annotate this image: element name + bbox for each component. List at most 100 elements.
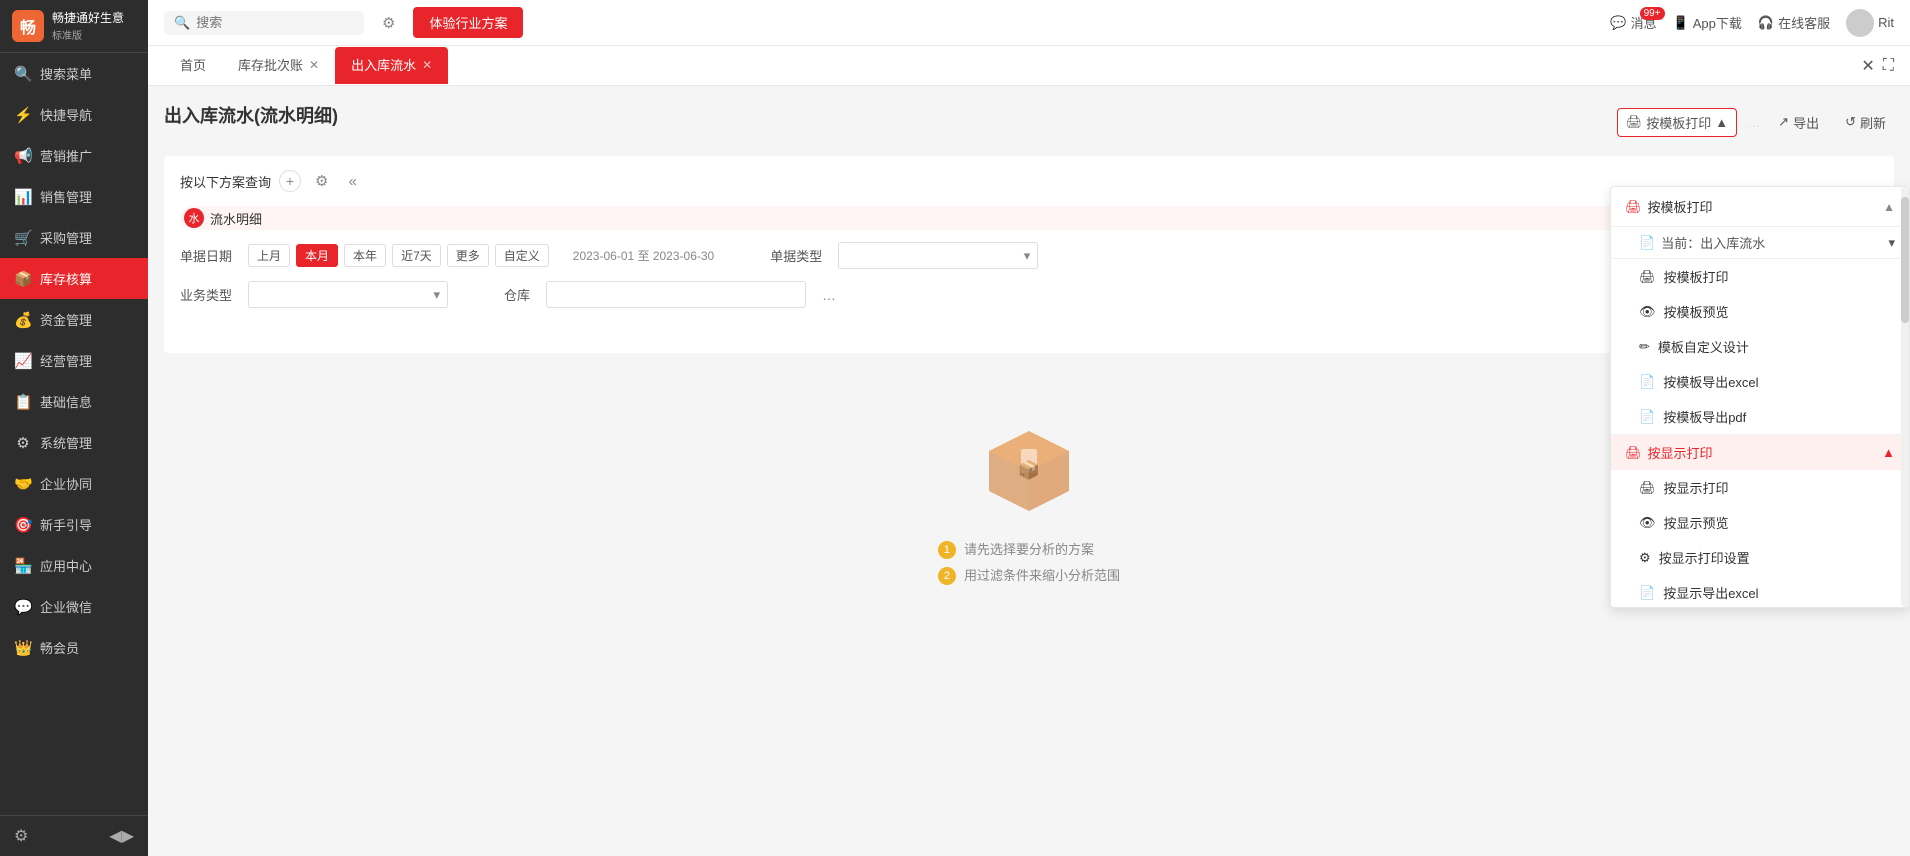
maximize-button[interactable]: ⛶ [1883, 57, 1894, 75]
sidebar-item-purchase[interactable]: 🛒 采购管理 [0, 217, 148, 258]
export-excel-template-label: 按模板导出excel [1663, 372, 1758, 391]
dropdown-template-header[interactable]: 🖨 按模板打印 ▲ [1611, 187, 1909, 227]
export-pdf-template-label: 按模板导出pdf [1663, 407, 1746, 426]
filter-collapse-left-button[interactable]: « [342, 173, 362, 190]
sidebar-item-finance[interactable]: 💰 资金管理 [0, 299, 148, 340]
export-pdf-template-icon: 📄 [1639, 409, 1655, 425]
dropdown-current-template[interactable]: 📄 当前：出入库流水 ▾ [1611, 227, 1909, 258]
sidebar-item-basic[interactable]: 📋 基础信息 [0, 381, 148, 422]
tag-label: 流水明细 [210, 209, 262, 228]
date-btn-more[interactable]: 更多 [447, 244, 489, 267]
page-content: 出入库流水(流水明细) 🖨 按模板打印 ▲ … ↗ 导出 ↺ 刷新 [148, 86, 1910, 856]
warehouse-input[interactable] [546, 281, 806, 308]
tab-inout-flow-label: 出入库流水 [351, 55, 416, 74]
tab-home[interactable]: 首页 [164, 47, 222, 84]
tab-batch-account[interactable]: 库存批次账 ✕ [222, 47, 335, 84]
tab-batch-account-close[interactable]: ✕ [309, 58, 319, 72]
app-download-label: App下载 [1693, 13, 1742, 32]
filter-add-button[interactable]: + [279, 170, 301, 192]
doc-type-select-wrapper [838, 242, 1038, 269]
sidebar-item-appcenter[interactable]: 🏪 应用中心 [0, 545, 148, 586]
sidebar-item-label: 企业微信 [40, 597, 92, 616]
sidebar: 畅 畅捷通好生意 标准版 🔍 搜索菜单 ⚡ 快捷导航 📢 营销推广 📊 销售管理… [0, 0, 148, 856]
sidebar-nav: 🔍 搜索菜单 ⚡ 快捷导航 📢 营销推广 📊 销售管理 🛒 采购管理 📦 库存核… [0, 53, 148, 815]
dropdown-print-display[interactable]: 🖨 按显示打印 [1611, 470, 1909, 505]
dropdown-scrollbar[interactable] [1901, 187, 1909, 607]
app-download-button[interactable]: 📱 App下载 [1673, 13, 1742, 32]
display-section-label: 按显示打印 [1648, 443, 1713, 462]
sidebar-item-inventory[interactable]: 📦 库存核算 [0, 258, 148, 299]
sidebar-item-wecom[interactable]: 💬 企业微信 [0, 586, 148, 627]
industry-solution-button[interactable]: 体验行业方案 [413, 7, 523, 38]
date-btn-last-month[interactable]: 上月 [248, 244, 290, 267]
finance-icon: 💰 [14, 311, 32, 329]
sidebar-item-cooperation[interactable]: 🤝 企业协同 [0, 463, 148, 504]
print-template-icon: 🖨 [1639, 269, 1656, 285]
print-settings-display-label: 按显示打印设置 [1659, 548, 1750, 567]
user-avatar-area[interactable]: Rit [1846, 9, 1894, 37]
dropdown-export-excel-template[interactable]: 📄 按模板导出excel [1611, 364, 1909, 399]
search-input[interactable] [196, 15, 336, 30]
empty-tip-1: 1 请先选择要分析的方案 [938, 537, 1120, 563]
display-printer-icon: 🖨 [1625, 445, 1642, 461]
print-display-icon: 🖨 [1639, 480, 1656, 496]
sidebar-item-guide[interactable]: 🎯 新手引导 [0, 504, 148, 545]
sidebar-bottom: ⚙ ◀▶ [0, 815, 148, 856]
online-service-label: 在线客服 [1778, 13, 1830, 32]
sidebar-item-system[interactable]: ⚙ 系统管理 [0, 422, 148, 463]
message-button[interactable]: 💬 消息 99+ [1610, 13, 1656, 32]
message-badge: 99+ [1640, 7, 1665, 20]
date-btn-7days[interactable]: 近7天 [392, 244, 441, 267]
tab-inout-flow[interactable]: 出入库流水 ✕ [335, 47, 448, 84]
online-service-button[interactable]: 🎧 在线客服 [1758, 13, 1830, 32]
sidebar-collapse-icon[interactable]: ◀▶ [109, 826, 134, 846]
template-print-button[interactable]: 🖨 按模板打印 ▲ [1617, 108, 1737, 137]
export-button[interactable]: ↗ 导出 [1770, 109, 1827, 136]
sidebar-item-marketing[interactable]: 📢 营销推广 [0, 135, 148, 176]
export-excel-template-icon: 📄 [1639, 374, 1655, 390]
dropdown-custom-template[interactable]: ✏ 模板自定义设计 [1611, 329, 1909, 364]
logo-sub: 标准版 [52, 27, 124, 42]
sales-icon: 📊 [14, 188, 32, 206]
dropdown-preview-display[interactable]: 👁 按显示预览 [1611, 505, 1909, 540]
print-settings-display-icon: ⚙ [1639, 550, 1651, 566]
settings-gear-icon[interactable]: ⚙ [14, 826, 28, 846]
close-all-tabs-button[interactable]: ✕ [1861, 56, 1874, 76]
inventory-icon: 📦 [14, 270, 32, 288]
sidebar-item-search[interactable]: 🔍 搜索菜单 [0, 53, 148, 94]
username-label: Rit [1878, 15, 1894, 30]
page-toolbar: 🖨 按模板打印 ▲ … ↗ 导出 ↺ 刷新 [1617, 108, 1894, 137]
dropdown-export-pdf-template[interactable]: 📄 按模板导出pdf [1611, 399, 1909, 434]
biztype-select[interactable] [248, 281, 448, 308]
dropdown-print-template[interactable]: 🖨 按模板打印 [1611, 259, 1909, 294]
topbar-settings-icon[interactable]: ⚙ [376, 14, 401, 32]
dropdown-print-settings-display[interactable]: ⚙ 按显示打印设置 [1611, 540, 1909, 575]
date-btn-this-month[interactable]: 本月 [296, 244, 338, 267]
sidebar-item-label: 快捷导航 [40, 105, 92, 124]
sidebar-item-label: 库存核算 [40, 269, 92, 288]
warehouse-label: 仓库 [504, 285, 530, 304]
sidebar-item-member[interactable]: 👑 畅会员 [0, 627, 148, 668]
main-area: 🔍 ⚙ 体验行业方案 💬 消息 99+ 📱 App下载 🎧 在线客服 Rit [148, 0, 1910, 856]
tab-inout-flow-close[interactable]: ✕ [422, 58, 432, 72]
date-btn-custom[interactable]: 自定义 [495, 244, 549, 267]
topbar-right: 💬 消息 99+ 📱 App下载 🎧 在线客服 Rit [1610, 9, 1894, 37]
sidebar-item-label: 基础信息 [40, 392, 92, 411]
search-box[interactable]: 🔍 [164, 11, 364, 35]
filter-settings-button[interactable]: ⚙ [309, 172, 334, 190]
sidebar-item-label: 应用中心 [40, 556, 92, 575]
custom-template-label: 模板自定义设计 [1658, 337, 1749, 356]
dropdown-display-header[interactable]: 🖨 按显示打印 ▲ [1611, 435, 1909, 470]
export-excel-display-label: 按显示导出excel [1663, 583, 1758, 602]
sidebar-item-sales[interactable]: 📊 销售管理 [0, 176, 148, 217]
refresh-button[interactable]: ↺ 刷新 [1837, 109, 1894, 136]
sidebar-item-quick-nav[interactable]: ⚡ 快捷导航 [0, 94, 148, 135]
date-btn-this-year[interactable]: 本年 [344, 244, 386, 267]
sidebar-item-operation[interactable]: 📈 经营管理 [0, 340, 148, 381]
empty-state-icon: 📦 [979, 421, 1079, 521]
dropdown-export-excel-display[interactable]: 📄 按显示导出excel [1611, 575, 1909, 607]
doc-type-select[interactable] [838, 242, 1038, 269]
dropdown-preview-template[interactable]: 👁 按模板预览 [1611, 294, 1909, 329]
warehouse-more-icon[interactable]: … [822, 287, 836, 303]
tabs-bar: 首页 库存批次账 ✕ 出入库流水 ✕ ✕ ⛶ [148, 46, 1910, 86]
